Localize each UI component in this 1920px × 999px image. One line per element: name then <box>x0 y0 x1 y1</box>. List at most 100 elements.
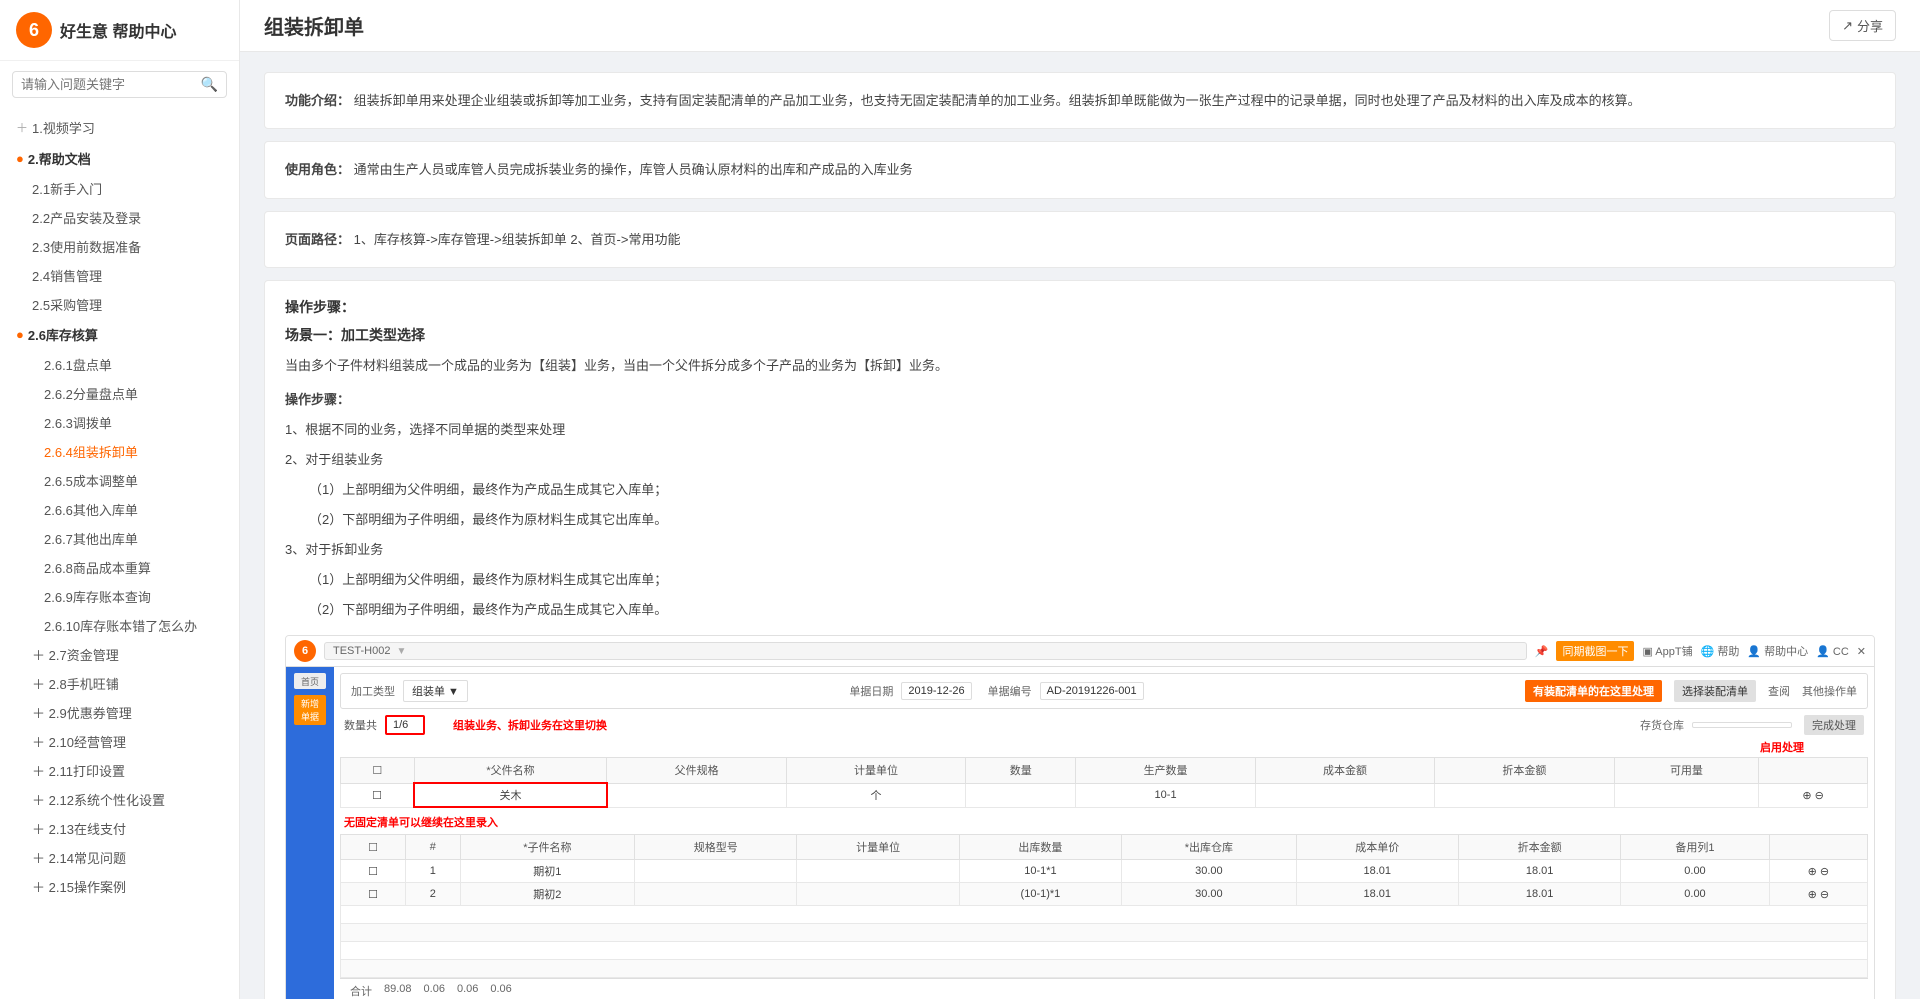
plus-icon9: ＋ <box>32 822 45 837</box>
sidebar-item-coupon[interactable]: ＋ 2.9优惠券管理 <box>0 698 239 727</box>
mock-count-row: 数量共 1/6 组装业务、拆卸业务在这里切换 存货仓库 完成处理 <box>340 715 1868 735</box>
scenario1-title: 场景一：加工类型选择 <box>285 325 1875 345</box>
mock-td-avail <box>1614 783 1759 807</box>
mock-date-label: 单据日期 <box>849 683 893 699</box>
mock-select-bom-btn: 选择装配清单 <box>1674 680 1756 702</box>
role-text: 通常由生产人员或库管人员完成拆装业务的操作，库管人员确认原材料的出库和产成品的入… <box>354 162 913 177</box>
search-input[interactable] <box>21 77 201 92</box>
intro-text: 组装拆卸单用来处理企业组装或拆卸等加工业务，支持有固定装配清单的产品加工业务，也… <box>354 93 1641 108</box>
sidebar-item-newbie[interactable]: 2.1新手入门 <box>0 174 239 203</box>
mock-td-unit: 个 <box>786 783 965 807</box>
mock-nav-1: 首页 <box>294 673 326 689</box>
page-title: 组装拆卸单 <box>264 11 364 40</box>
sidebar-item-stock-query[interactable]: 2.6.9库存账本查询 <box>0 582 239 611</box>
sub-item-label: 2.6.8商品成本重算 <box>44 561 151 576</box>
sidebar-item-stocktake[interactable]: 2.6.1盘点单 <box>0 350 239 379</box>
plus-icon5: ＋ <box>32 706 45 721</box>
mock-td-checkbox: ☐ <box>341 783 415 807</box>
sub-item-label: 2.6.2分量盘点单 <box>44 387 138 402</box>
mock-bottom-table-container: ☐ # *子件名称 规格型号 计量单位 出库数量 *出库仓库 成本单价 折本金额 <box>340 834 1868 978</box>
mock-footer-val3: 0.06 <box>457 983 478 999</box>
sidebar-item-docs[interactable]: ● 2.帮助文档 <box>0 143 239 174</box>
sidebar-item-inventory[interactable]: ● 2.6库存核算 <box>0 319 239 350</box>
sub-item-label: 2.6.10库存账本错了怎么办 <box>44 619 197 634</box>
mock-bth-discamt: 折本金额 <box>1458 835 1620 860</box>
content-area: 功能介绍： 组装拆卸单用来处理企业组装或拆卸等加工业务，支持有固定装配清单的产品… <box>240 52 1920 999</box>
search-box[interactable]: 🔍 <box>12 71 227 98</box>
mock-warehouse-label: 存货仓库 <box>1640 717 1684 733</box>
mock-th-name: *父件名称 <box>414 758 607 784</box>
mock-footer-val1: 89.08 <box>384 983 412 999</box>
sidebar-item-install[interactable]: 2.2产品安装及登录 <box>0 203 239 232</box>
sub-item-label: 2.14常见问题 <box>49 851 126 866</box>
sidebar-item-operation[interactable]: ＋ 2.10经营管理 <box>0 727 239 756</box>
table-row: ☐ 1 期初1 10-1*1 30.00 18.01 18.01 <box>341 860 1868 883</box>
mock-bth-spec: 规格型号 <box>635 835 797 860</box>
sub-item-label: 2.4销售管理 <box>32 269 102 284</box>
search-icon[interactable]: 🔍 <box>201 76 218 93</box>
mock-bottom-table: ☐ # *子件名称 规格型号 计量单位 出库数量 *出库仓库 成本单价 折本金额 <box>340 834 1868 978</box>
sidebar-item-online-pay[interactable]: ＋ 2.13在线支付 <box>0 814 239 843</box>
mock-footer-label: 合计 <box>350 983 372 999</box>
sub-item-label: 2.12系统个性化设置 <box>49 793 165 808</box>
mock-warehouse-input <box>1692 722 1792 728</box>
mock-bth-ops <box>1769 835 1867 860</box>
sidebar-item-label: 1.视频学习 <box>32 118 95 137</box>
sidebar-item-data[interactable]: 2.3使用前数据准备 <box>0 232 239 261</box>
sidebar-item-other-out[interactable]: 2.6.7其他出库单 <box>0 524 239 553</box>
plus-icon10: ＋ <box>32 851 45 866</box>
mock-nav-2: 新增单据 <box>294 695 326 725</box>
path-text: 1、库存核算->库存管理->组装拆卸单 2、首页->常用功能 <box>354 232 681 247</box>
sidebar-item-adjust[interactable]: 2.6.3调拨单 <box>0 408 239 437</box>
sidebar-item-stock-error[interactable]: 2.6.10库存账本错了怎么办 <box>0 611 239 640</box>
sidebar-item-print[interactable]: ＋ 2.11打印设置 <box>0 756 239 785</box>
ops-box: 操作步骤： 场景一：加工类型选择 当由多个子件材料组装成一个成品的业务为【组装】… <box>264 280 1896 999</box>
sidebar-item-other-in[interactable]: 2.6.6其他入库单 <box>0 495 239 524</box>
mock-bth-checkbox: ☐ <box>341 835 406 860</box>
path-label: 页面路径： <box>285 232 350 247</box>
ops-steps: 操作步骤： 1、根据不同的业务，选择不同单据的类型来处理 2、对于组装业务 （1… <box>285 387 1875 623</box>
table-row <box>341 942 1868 960</box>
sidebar-item-purchase[interactable]: 2.5采购管理 <box>0 290 239 319</box>
mock-url-text: TEST-H002 <box>333 645 390 657</box>
mock-app-icon: 6 <box>294 640 316 662</box>
share-button[interactable]: ↗ 分享 <box>1829 10 1896 41</box>
plus-icon6: ＋ <box>32 735 45 750</box>
mock-url-arrow: ▼ <box>396 646 406 657</box>
screenshot-container: 6 TEST-H002 ▼ 📌 同期截图一下 ▣ AppT铺 🌐 帮助 👤 帮助… <box>285 635 1875 999</box>
mock-count-label: 数量共 <box>344 717 377 733</box>
sidebar-item-split-stock[interactable]: 2.6.2分量盘点单 <box>0 379 239 408</box>
mock-type-label: 加工类型 <box>351 683 395 699</box>
sidebar-item-sales[interactable]: 2.4销售管理 <box>0 261 239 290</box>
sidebar-item-cost-recalc[interactable]: 2.6.8商品成本重算 <box>0 553 239 582</box>
mock-bth-unitcost: 成本单价 <box>1296 835 1458 860</box>
table-row <box>341 924 1868 942</box>
mock-top-table-container: ☐ *父件名称 父件规格 计量单位 数量 生产数量 成本金额 折本金额 可用量 <box>340 757 1868 808</box>
mock-close-icon: ✕ <box>1857 645 1866 658</box>
sidebar-item-video[interactable]: ＋ 1.视频学习 <box>0 112 239 143</box>
sidebar-item-assemble[interactable]: 2.6.4组装拆卸单 <box>0 437 239 466</box>
sidebar-item-mobile[interactable]: ＋ 2.8手机旺铺 <box>0 669 239 698</box>
mock-apps-icon: ▣ AppT铺 <box>1642 643 1692 659</box>
sidebar-header: 6 好生意 帮助中心 <box>0 0 239 61</box>
sidebar-item-finance[interactable]: ＋ 2.7资金管理 <box>0 640 239 669</box>
mock-td-name: 关木 <box>414 783 607 807</box>
sidebar-item-cases[interactable]: ＋ 2.15操作案例 <box>0 872 239 901</box>
mock-type-value: 组装单 ▼ <box>403 680 468 702</box>
sidebar: 6 好生意 帮助中心 🔍 ＋ 1.视频学习 ● 2.帮助文档 2.1新手入门 2… <box>0 0 240 999</box>
logo-text: 好生意 帮助中心 <box>60 18 176 42</box>
role-box: 使用角色： 通常由生产人员或库管人员完成拆装业务的操作，库管人员确认原材料的出库… <box>264 141 1896 198</box>
mock-th-action <box>1759 758 1868 784</box>
mock-nav-icons: 📌 同期截图一下 ▣ AppT铺 🌐 帮助 👤 帮助中心 👤 CC ✕ <box>1535 641 1866 661</box>
sidebar-item-cost-adjust[interactable]: 2.6.5成本调整单 <box>0 466 239 495</box>
mock-docno-value: AD-20191226-001 <box>1040 682 1144 700</box>
sidebar-item-faq[interactable]: ＋ 2.14常见问题 <box>0 843 239 872</box>
plus-icon: ＋ <box>16 119 28 136</box>
mock-th-cost: 成本金额 <box>1255 758 1434 784</box>
sidebar-item-label: 2.帮助文档 <box>28 149 91 168</box>
sidebar-item-custom[interactable]: ＋ 2.12系统个性化设置 <box>0 785 239 814</box>
mock-browser-bar: 6 TEST-H002 ▼ 📌 同期截图一下 ▣ AppT铺 🌐 帮助 👤 帮助… <box>286 636 1874 667</box>
sub-item-label: 2.9优惠券管理 <box>49 706 132 721</box>
nav-tree: ＋ 1.视频学习 ● 2.帮助文档 2.1新手入门 2.2产品安装及登录 2.3… <box>0 108 239 999</box>
sub-item-label: 2.6.9库存账本查询 <box>44 590 151 605</box>
